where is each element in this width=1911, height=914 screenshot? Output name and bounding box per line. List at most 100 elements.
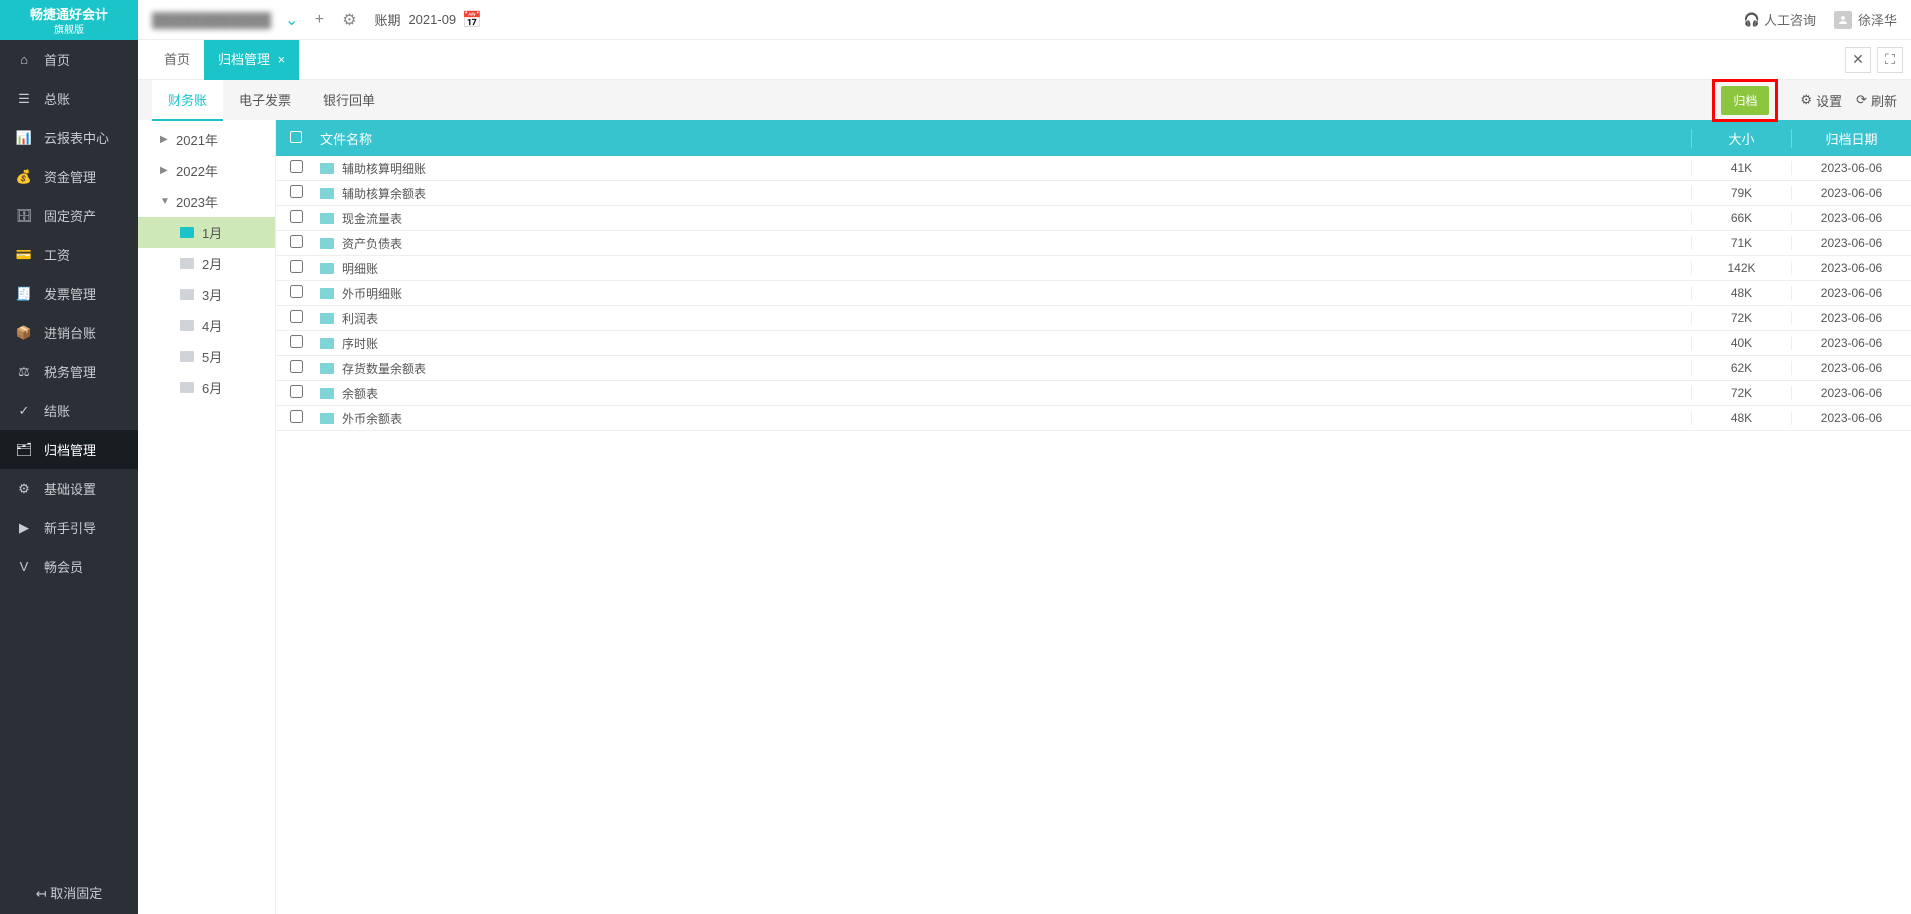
sidebar-item-label: 基础设置 [44,479,96,498]
table-header: 文件名称 大小 归档日期 [276,120,1911,156]
sidebar-item-asset[interactable]: 🗄固定资产 [0,196,138,235]
tab-0[interactable]: 首页 [150,40,204,80]
row-checkbox[interactable] [290,210,303,223]
subtab-1[interactable]: 电子发票 [223,80,307,121]
row-checkbox[interactable] [290,360,303,373]
sidebar-item-tax[interactable]: ⚖税务管理 [0,352,138,391]
month-label: 4月 [202,316,222,335]
tree-month[interactable]: 6月 [138,372,275,403]
sidebar-item-invoice[interactable]: 🧾发票管理 [0,274,138,313]
settings-link[interactable]: ⚙设置 [1800,91,1842,110]
chart-icon: 📊 [16,130,32,146]
stock-icon: 📦 [16,325,32,341]
folder-icon [180,258,194,269]
file-size: 41K [1691,161,1791,175]
sidebar-item-home[interactable]: ⌂首页 [0,40,138,79]
row-checkbox[interactable] [290,335,303,348]
calendar-icon[interactable]: 📅 [462,10,482,30]
sidebar-item-label: 云报表中心 [44,128,109,147]
select-all-checkbox[interactable] [290,131,302,143]
sidebar-item-label: 进销台账 [44,323,96,342]
month-label: 6月 [202,378,222,397]
row-checkbox[interactable] [290,235,303,248]
tab-label: 归档管理 [218,52,270,67]
sidebar-item-money[interactable]: 💰资金管理 [0,157,138,196]
unpin-button[interactable]: ↤ 取消固定 [0,883,138,902]
table-row[interactable]: 外币余额表48K2023-06-06 [276,406,1911,431]
row-checkbox[interactable] [290,410,303,423]
table-row[interactable]: 辅助核算余额表79K2023-06-06 [276,181,1911,206]
period-label: 账期 [374,10,400,29]
tree-month[interactable]: 4月 [138,310,275,341]
file-name: 辅助核算余额表 [342,185,426,202]
file-name: 辅助核算明细账 [342,160,426,177]
file-date: 2023-06-06 [1791,411,1911,425]
user-name[interactable]: 徐泽华 [1858,10,1897,29]
folder-icon [320,313,334,324]
table-row[interactable]: 利润表72K2023-06-06 [276,306,1911,331]
consult-link[interactable]: 🎧 人工咨询 [1744,10,1816,29]
sidebar-item-label: 结账 [44,401,70,420]
month-label: 2月 [202,254,222,273]
folder-icon [320,188,334,199]
file-size: 71K [1691,236,1791,250]
gear-icon[interactable]: ⚙ [340,11,358,29]
sidebar-item-label: 新手引导 [44,518,96,537]
table-row[interactable]: 外币明细账48K2023-06-06 [276,281,1911,306]
subtab-2[interactable]: 银行回单 [307,80,391,121]
folder-icon [180,320,194,331]
row-checkbox[interactable] [290,310,303,323]
tax-icon: ⚖ [16,364,32,380]
tree-year[interactable]: ▶2022年 [138,155,275,186]
sidebar: 畅捷通好会计 旗舰版 ⌂首页☰总账📊云报表中心💰资金管理🗄固定资产💳工资🧾发票管… [0,0,138,914]
company-selector[interactable]: ████████████ [152,12,271,28]
sidebar-item-stock[interactable]: 📦 进销台账 [0,313,138,352]
tab-1[interactable]: 归档管理 × [204,40,299,80]
sidebar-item-salary[interactable]: 💳工资 [0,235,138,274]
gear-icon: ⚙ [1800,92,1812,108]
tree-month[interactable]: 3月 [138,279,275,310]
plus-icon[interactable]: + [310,11,328,29]
table-row[interactable]: 存货数量余额表62K2023-06-06 [276,356,1911,381]
avatar-icon[interactable] [1834,11,1852,29]
table-row[interactable]: 明细账142K2023-06-06 [276,256,1911,281]
sidebar-item-ledger[interactable]: ☰总账 [0,79,138,118]
tree-year[interactable]: ▼2023年 [138,186,275,217]
file-table: 文件名称 大小 归档日期 辅助核算明细账41K2023-06-06辅助核算余额表… [276,120,1911,914]
sidebar-item-chart[interactable]: 📊 云报表中心 [0,118,138,157]
tree-month[interactable]: 1月 [138,217,275,248]
file-name: 序时账 [342,335,378,352]
refresh-icon: ⟳ [1856,92,1867,108]
close-tab-button[interactable]: ✕ [1845,47,1871,73]
table-row[interactable]: 资产负债表71K2023-06-06 [276,231,1911,256]
table-row[interactable]: 余额表72K2023-06-06 [276,381,1911,406]
chevron-down-icon[interactable]: ⌄ [285,10,298,30]
row-checkbox[interactable] [290,385,303,398]
file-date: 2023-06-06 [1791,161,1911,175]
subtab-0[interactable]: 财务账 [152,80,223,121]
tree-year[interactable]: ▶2021年 [138,124,275,155]
sidebar-item-gear[interactable]: ⚙基础设置 [0,469,138,508]
sidebar-item-guide[interactable]: ▶新手引导 [0,508,138,547]
refresh-link[interactable]: ⟳刷新 [1856,91,1897,110]
row-checkbox[interactable] [290,185,303,198]
row-checkbox[interactable] [290,285,303,298]
row-checkbox[interactable] [290,160,303,173]
sidebar-item-archive[interactable]: 🗂归档管理 [0,430,138,469]
file-name: 明细账 [342,260,378,277]
row-checkbox[interactable] [290,260,303,273]
subtab-row: 财务账电子发票银行回单 归档 ⚙设置 ⟳刷新 [138,80,1911,120]
fullscreen-button[interactable]: ⛶ [1877,47,1903,73]
tree-month[interactable]: 5月 [138,341,275,372]
period-value[interactable]: 2021-09 [408,12,456,27]
table-row[interactable]: 序时账40K2023-06-06 [276,331,1911,356]
table-row[interactable]: 辅助核算明细账 41K2023-06-06 [276,156,1911,181]
folder-icon [320,163,334,174]
tree-month[interactable]: 2月 [138,248,275,279]
sidebar-item-vip[interactable]: V畅会员 [0,547,138,586]
archive-button[interactable]: 归档 [1721,86,1769,115]
col-name: 文件名称 [316,129,1691,148]
sidebar-item-close[interactable]: ✓结账 [0,391,138,430]
close-icon[interactable]: × [274,52,285,67]
table-row[interactable]: 现金流量表66K2023-06-06 [276,206,1911,231]
